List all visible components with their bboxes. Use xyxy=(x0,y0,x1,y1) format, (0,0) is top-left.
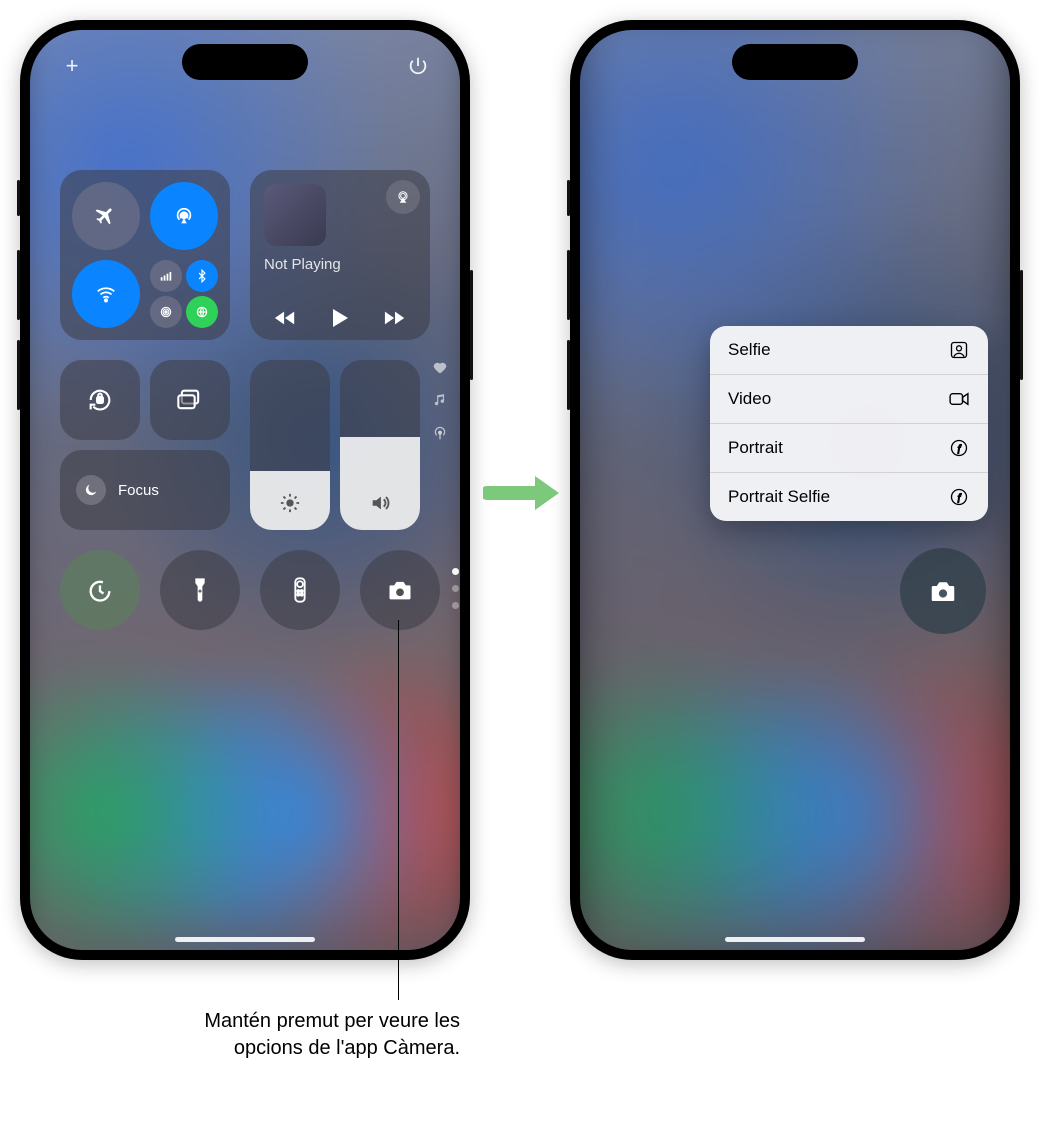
forward-icon xyxy=(384,310,406,326)
power-button-physical xyxy=(470,270,473,380)
dynamic-island xyxy=(182,44,308,80)
home-indicator xyxy=(725,937,865,942)
page-hint-icons xyxy=(432,360,448,442)
menu-item-label: Portrait Selfie xyxy=(728,487,830,507)
menu-item-label: Video xyxy=(728,389,771,409)
airplane-icon xyxy=(95,205,117,227)
volume-down-button xyxy=(17,340,20,410)
globe-icon xyxy=(195,305,209,319)
cellular-icon xyxy=(159,269,173,283)
video-icon xyxy=(948,391,970,407)
camera-icon xyxy=(926,576,960,606)
transition-arrow xyxy=(483,472,563,514)
camera-context-menu: Selfie Video Portrait f xyxy=(710,326,988,521)
aperture-icon: f xyxy=(948,487,970,507)
connectivity-more[interactable] xyxy=(150,260,218,328)
airplane-mode-toggle[interactable] xyxy=(72,182,140,250)
menu-item-portrait-selfie[interactable]: Portrait Selfie f xyxy=(710,473,988,521)
dynamic-island xyxy=(732,44,858,80)
side-button xyxy=(567,180,570,216)
power-button-physical xyxy=(1020,270,1023,380)
apple-tv-remote-button[interactable] xyxy=(260,550,340,630)
screen-mirroring-button[interactable] xyxy=(150,360,230,440)
camera-icon xyxy=(386,576,414,604)
orientation-lock-toggle[interactable] xyxy=(60,360,140,440)
menu-item-label: Selfie xyxy=(728,340,771,360)
heart-icon xyxy=(432,360,448,374)
svg-text:f: f xyxy=(958,443,962,453)
power-icon xyxy=(407,55,429,77)
screen-mirroring-icon xyxy=(176,386,204,414)
aperture-icon: f xyxy=(948,438,970,458)
menu-item-video[interactable]: Video xyxy=(710,375,988,424)
play-icon xyxy=(331,308,349,328)
moon-icon xyxy=(83,482,99,498)
airplay-button[interactable] xyxy=(386,180,420,214)
volume-down-button xyxy=(567,340,570,410)
now-playing-status: Not Playing xyxy=(264,256,341,273)
phone-right: Selfie Video Portrait f xyxy=(570,20,1020,960)
remote-icon xyxy=(286,576,314,604)
timer-button[interactable] xyxy=(60,550,140,630)
person-square-icon xyxy=(948,340,970,360)
broadcast-icon xyxy=(432,426,448,442)
moon-icon-wrap xyxy=(76,475,106,505)
add-control-button[interactable]: + xyxy=(58,52,86,80)
volume-up-button xyxy=(17,250,20,320)
menu-item-selfie[interactable]: Selfie xyxy=(710,326,988,375)
orientation-lock-icon xyxy=(86,386,114,414)
bluetooth-toggle[interactable] xyxy=(186,260,218,292)
cellular-toggle[interactable] xyxy=(150,260,182,292)
wifi-toggle[interactable] xyxy=(72,260,140,328)
camera-button[interactable] xyxy=(900,548,986,634)
hotspot-toggle[interactable] xyxy=(150,296,182,328)
home-indicator xyxy=(175,937,315,942)
callout-text: Mantén premut per veure les opcions de l… xyxy=(190,1008,460,1062)
plus-icon: + xyxy=(66,53,79,79)
next-track-button[interactable] xyxy=(384,310,406,326)
menu-item-label: Portrait xyxy=(728,438,783,458)
menu-item-portrait[interactable]: Portrait f xyxy=(710,424,988,473)
hotspot-icon xyxy=(159,305,173,319)
brightness-icon xyxy=(279,492,301,514)
satellite-toggle[interactable] xyxy=(186,296,218,328)
timer-icon xyxy=(86,576,114,604)
focus-label: Focus xyxy=(118,482,159,499)
flashlight-icon xyxy=(186,576,214,604)
power-menu-button[interactable] xyxy=(404,52,432,80)
airdrop-icon xyxy=(173,205,195,227)
brightness-slider[interactable] xyxy=(250,360,330,530)
camera-button[interactable] xyxy=(360,550,440,630)
bluetooth-icon xyxy=(195,269,209,283)
prev-track-button[interactable] xyxy=(274,310,296,326)
wifi-icon xyxy=(95,283,117,305)
connectivity-group[interactable] xyxy=(60,170,230,340)
now-playing-tile[interactable]: Not Playing xyxy=(250,170,430,340)
airdrop-toggle[interactable] xyxy=(150,182,218,250)
volume-icon xyxy=(368,492,392,514)
phone-left: + xyxy=(20,20,470,960)
focus-button[interactable]: Focus xyxy=(60,450,230,530)
airplay-icon xyxy=(396,190,410,204)
volume-slider[interactable] xyxy=(340,360,420,530)
svg-text:f: f xyxy=(958,492,962,502)
album-art xyxy=(264,184,326,246)
play-button[interactable] xyxy=(331,308,349,328)
volume-up-button xyxy=(567,250,570,320)
callout-leader-line xyxy=(398,620,399,1000)
music-note-icon xyxy=(433,392,447,408)
flashlight-button[interactable] xyxy=(160,550,240,630)
side-button xyxy=(17,180,20,216)
page-indicator[interactable] xyxy=(452,568,459,609)
rewind-icon xyxy=(274,310,296,326)
